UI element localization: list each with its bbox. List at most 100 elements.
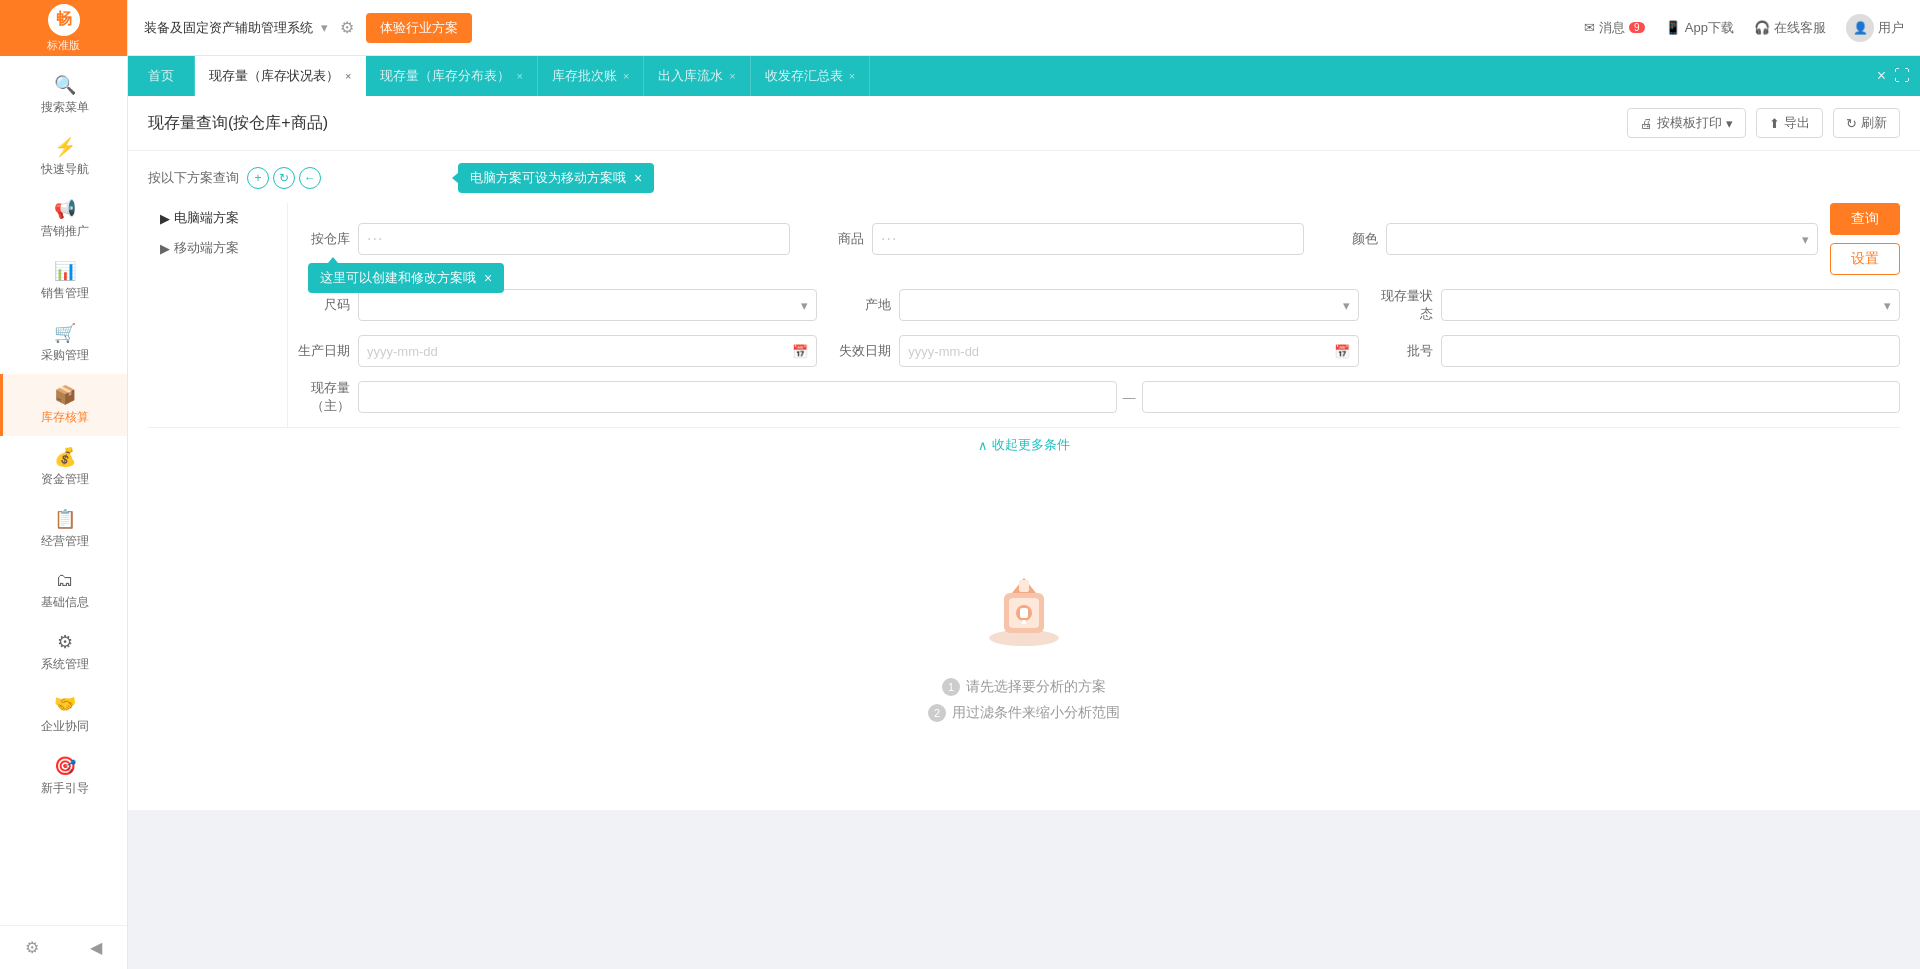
sidebar: 畅 标准版 🔍搜索菜单⚡快速导航📢营销推广📊销售管理🛒采购管理📦库存核算💰资金管… <box>0 0 128 969</box>
product-dots: ··· <box>881 230 897 248</box>
edit-tooltip-text: 这里可以创建和修改方案哦 <box>320 269 476 287</box>
main: 装备及固定资产辅助管理系统 ▾ ⚙ 体验行业方案 ✉ 消息 9 📱 App下载 … <box>128 0 1920 969</box>
tabs-actions: ×⛶ <box>1867 67 1920 85</box>
inventory-icon: 📦 <box>54 384 76 406</box>
stock-qty-min[interactable] <box>358 381 1117 413</box>
tab-home[interactable]: 首页 <box>128 56 195 96</box>
tab-inout_flow-close[interactable]: × <box>729 70 735 82</box>
stock-status-select[interactable]: ▾ <box>1441 289 1900 321</box>
expiry-date-cal-icon: 📅 <box>1334 344 1350 359</box>
collapse-bar[interactable]: ∧ 收起更多条件 <box>148 427 1900 462</box>
sidebar-item-basic[interactable]: 🗂基础信息 <box>0 560 127 621</box>
headset-icon: 🎧 <box>1754 20 1770 35</box>
tab-inventory_status[interactable]: 现存量（库存状况表） × <box>195 56 366 96</box>
sidebar-item-collab[interactable]: 🤝企业协同 <box>0 683 127 745</box>
system-icon: ⚙ <box>57 631 73 653</box>
message-btn[interactable]: ✉ 消息 9 <box>1584 19 1645 37</box>
tab-batch_ledger-label: 库存批次账 <box>552 67 617 85</box>
filter-grid: 按仓库 ··· 商品 ··· <box>288 203 1900 427</box>
sidebar-item-sales[interactable]: 📊销售管理 <box>0 250 127 312</box>
add-scheme-btn[interactable]: + <box>247 167 269 189</box>
marketing-label: 营销推广 <box>41 223 89 240</box>
tab-inventory_status-label: 现存量（库存状况表） <box>209 67 339 85</box>
sidebar-item-quicknav[interactable]: ⚡快速导航 <box>0 126 127 188</box>
avatar: 👤 <box>1846 14 1874 42</box>
collapse-sidebar-btn[interactable]: ◀ <box>90 938 102 957</box>
sidebar-item-search[interactable]: 🔍搜索菜单 <box>0 64 127 126</box>
app-icon: 📱 <box>1665 20 1681 35</box>
app-download-btn[interactable]: 📱 App下载 <box>1665 19 1734 37</box>
search-btn-group: 查询 设置 <box>1830 203 1900 275</box>
batch-field: 批号 <box>1371 335 1900 367</box>
user-label: 用户 <box>1878 19 1904 37</box>
empty-tip-1: 1 请先选择要分析的方案 <box>942 678 1106 696</box>
batch-input[interactable] <box>1441 335 1900 367</box>
tab-inout_flow[interactable]: 出入库流水 × <box>644 56 750 96</box>
sidebar-item-purchase[interactable]: 🛒采购管理 <box>0 312 127 374</box>
sidebar-item-inventory[interactable]: 📦库存核算 <box>0 374 127 436</box>
back-scheme-btn[interactable]: ← <box>299 167 321 189</box>
system-selector[interactable]: 装备及固定资产辅助管理系统 ▾ <box>144 19 328 37</box>
export-icon: ⬆ <box>1769 116 1780 131</box>
maximize-icon[interactable]: ⛶ <box>1894 67 1910 85</box>
size-select[interactable]: ▾ <box>358 289 817 321</box>
print-btn[interactable]: 🖨 按模板打印 ▾ <box>1627 108 1746 138</box>
prod-date-input[interactable]: yyyy-mm-dd 📅 <box>358 335 817 367</box>
trial-btn[interactable]: 体验行业方案 <box>366 13 472 43</box>
product-input[interactable]: ··· <box>872 223 1304 255</box>
color-label: 颜色 <box>1316 230 1386 248</box>
color-select[interactable]: ▾ <box>1386 223 1818 255</box>
expiry-date-input[interactable]: yyyy-mm-dd 📅 <box>899 335 1358 367</box>
message-icon: ✉ <box>1584 20 1595 35</box>
sidebar-item-guide[interactable]: 🎯新手引导 <box>0 745 127 807</box>
tab-batch_ledger-close[interactable]: × <box>623 70 629 82</box>
product-label: 商品 <box>802 230 872 248</box>
empty-illustration <box>974 558 1074 658</box>
scheme-tooltip-close[interactable]: × <box>634 170 642 186</box>
refresh-btn[interactable]: ↻ 刷新 <box>1833 108 1900 138</box>
stock-status-label: 现存量状态 <box>1371 287 1441 323</box>
tab-inventory_dist[interactable]: 现存量（库存分布表）× <box>366 56 537 96</box>
search-btn[interactable]: 查询 <box>1830 203 1900 235</box>
support-btn[interactable]: 🎧 在线客服 <box>1754 19 1826 37</box>
sidebar-item-marketing[interactable]: 📢营销推广 <box>0 188 127 250</box>
export-btn[interactable]: ⬆ 导出 <box>1756 108 1823 138</box>
tab-inventory_dist-close[interactable]: × <box>516 70 522 82</box>
settings-footer-btn[interactable]: ⚙ <box>25 938 39 957</box>
close-all-tabs-icon[interactable]: × <box>1877 67 1886 85</box>
warehouse-input[interactable]: ··· <box>358 223 790 255</box>
finance-label: 资金管理 <box>41 471 89 488</box>
purchase-label: 采购管理 <box>41 347 89 364</box>
edit-tooltip-close[interactable]: × <box>484 270 492 286</box>
svg-rect-4 <box>1020 608 1028 618</box>
collab-label: 企业协同 <box>41 718 89 735</box>
scheme-item-mobile[interactable]: ▶ 移动端方案 <box>148 233 287 263</box>
reset-btn[interactable]: 设置 <box>1830 243 1900 275</box>
user-menu[interactable]: 👤 用户 <box>1846 14 1904 42</box>
refresh-scheme-btn[interactable]: ↻ <box>273 167 295 189</box>
message-badge: 9 <box>1629 22 1645 33</box>
sidebar-item-system[interactable]: ⚙系统管理 <box>0 621 127 683</box>
refresh-label: 刷新 <box>1861 114 1887 132</box>
sidebar-item-finance[interactable]: 💰资金管理 <box>0 436 127 498</box>
origin-select[interactable]: ▾ <box>899 289 1358 321</box>
tab-collect_summary-close[interactable]: × <box>849 70 855 82</box>
expiry-date-field: 失效日期 yyyy-mm-dd 📅 <box>829 335 1358 367</box>
collapse-label: 收起更多条件 <box>992 436 1070 454</box>
origin-chevron: ▾ <box>1343 298 1350 313</box>
tab-collect_summary[interactable]: 收发存汇总表× <box>751 56 870 96</box>
tab-inventory_status-close[interactable]: × <box>345 70 351 82</box>
tab-batch_ledger[interactable]: 库存批次账 × <box>538 56 644 96</box>
page-title: 现存量查询(按仓库+商品) <box>148 113 328 134</box>
warehouse-field: 按仓库 ··· <box>288 223 790 255</box>
stock-qty-max[interactable] <box>1142 381 1901 413</box>
sidebar-item-ops[interactable]: 📋经营管理 <box>0 498 127 560</box>
sales-label: 销售管理 <box>41 285 89 302</box>
scheme-item-pc[interactable]: ▶ 电脑端方案 <box>148 203 287 233</box>
tab-inout_flow-label: 出入库流水 <box>658 67 723 85</box>
color-chevron: ▾ <box>1802 232 1809 247</box>
filter-row-1: 按仓库 ··· 商品 ··· <box>288 203 1900 275</box>
settings-icon[interactable]: ⚙ <box>340 18 354 37</box>
filter-actions: + ↻ ← <box>247 167 321 189</box>
app-label: App下载 <box>1685 19 1734 37</box>
